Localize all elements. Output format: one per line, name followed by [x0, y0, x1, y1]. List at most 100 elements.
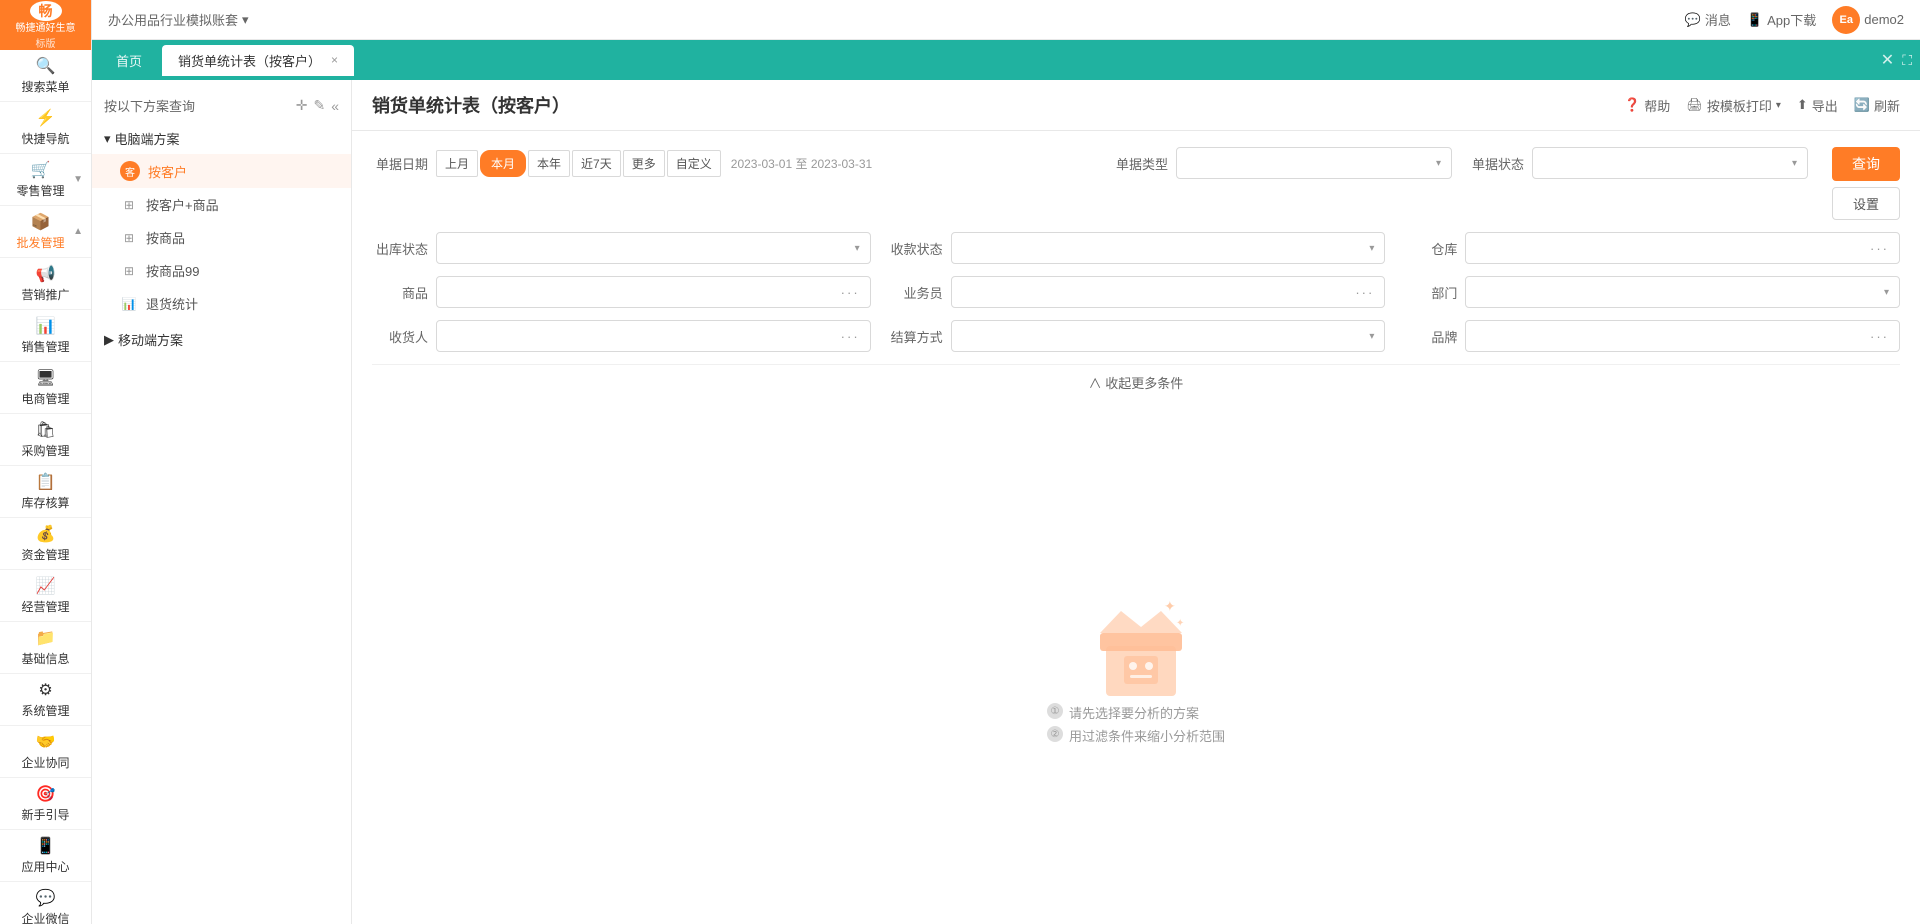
- scheme-item-by-product-99[interactable]: ⊞ 按商品99: [92, 254, 351, 287]
- ship-status-arrow-icon: ▾: [855, 243, 860, 254]
- close-window-icon[interactable]: ✕: [1881, 50, 1894, 70]
- search-menu-icon: 🔍: [36, 56, 56, 76]
- message-btn[interactable]: 💬 消息: [1685, 10, 1731, 29]
- svg-text:✦: ✦: [1176, 618, 1184, 629]
- sidebar-item-marketing[interactable]: 📢 营销推广: [0, 258, 91, 310]
- empty-tips: ① 请先选择要分析的方案 ② 用过滤条件来缩小分析范围: [1047, 703, 1225, 749]
- right-main: 销货单统计表（按客户） ❓ 帮助 🖨 按模板打印 ▾ ⬆: [352, 80, 1920, 924]
- tab-sales-stat[interactable]: 销货单统计表（按客户） ×: [162, 45, 354, 76]
- sidebar-item-operations[interactable]: 📈 经营管理: [0, 570, 91, 622]
- collapse-panel-btn[interactable]: «: [331, 98, 339, 114]
- new-guide-icon: 🎯: [36, 784, 56, 804]
- export-btn[interactable]: ⬆ 导出: [1797, 96, 1838, 115]
- sidebar-item-wholesale[interactable]: 📦 批发管理 ▲: [0, 206, 91, 258]
- date-btn-last-month[interactable]: 上月: [436, 150, 478, 177]
- date-btn-last-7days[interactable]: 近7天: [572, 150, 621, 177]
- sidebar-item-search-menu[interactable]: 🔍 搜索菜单: [0, 50, 91, 102]
- product-select[interactable]: ···: [436, 276, 871, 308]
- payment-status-select[interactable]: ▾: [951, 232, 1386, 264]
- help-btn[interactable]: ❓ 帮助: [1624, 96, 1670, 115]
- sidebar-item-sales[interactable]: 📊 销售管理: [0, 310, 91, 362]
- sidebar-item-ecommerce[interactable]: 🖥 电商管理: [0, 362, 91, 414]
- add-scheme-btn[interactable]: ✛: [296, 97, 308, 114]
- salesperson-select[interactable]: ···: [951, 276, 1386, 308]
- print-icon: 🖨: [1686, 97, 1703, 113]
- scheme-group-desktop-title[interactable]: ▾ 电脑端方案: [92, 123, 351, 154]
- export-icon: ⬆: [1797, 97, 1808, 113]
- page-actions: ❓ 帮助 🖨 按模板打印 ▾ ⬆ 导出 🔄: [1624, 96, 1900, 115]
- date-filter-item: 单据日期 上月 本月 本年 近7天 更多 自定义: [372, 150, 1096, 177]
- sidebar: 畅 畅捷通好生意 标版 🔍 搜索菜单 ⚡ 快捷导航 🛒 零售管理 ▼ 📦 批发管…: [0, 0, 92, 924]
- order-type-select[interactable]: ▾: [1176, 147, 1452, 179]
- scheme-item-return-stat[interactable]: 📊 退货统计: [92, 287, 351, 320]
- date-btn-custom[interactable]: 自定义: [667, 150, 721, 177]
- header-right: 💬 消息 📱 App下载 Ea demo2: [1685, 6, 1904, 34]
- filter-row-4: 收货人 ··· 结算方式 ▾ 品牌: [372, 320, 1900, 352]
- ship-status-select[interactable]: ▾: [436, 232, 871, 264]
- receiver-select[interactable]: ···: [436, 320, 871, 352]
- date-btn-this-month[interactable]: 本月: [480, 150, 526, 177]
- warehouse-select[interactable]: ···: [1465, 232, 1900, 264]
- sidebar-item-system[interactable]: ⚙ 系统管理: [0, 674, 91, 726]
- left-panel-header: 按以下方案查询 ✛ ✎ «: [92, 92, 351, 123]
- print-btn[interactable]: 🖨 按模板打印 ▾: [1686, 96, 1781, 115]
- by-customer-dot: 客: [120, 161, 140, 181]
- brand-select[interactable]: ···: [1465, 320, 1900, 352]
- salesperson-filter: 业务员 ···: [887, 276, 1386, 308]
- date-range-display: 2023-03-01 至 2023-03-31: [731, 155, 872, 172]
- left-panel: 按以下方案查询 ✛ ✎ « ▾ 电脑端方案 客 按客户 ⊞: [92, 80, 352, 924]
- scheme-item-by-customer[interactable]: 客 按客户: [92, 154, 351, 188]
- scheme-group-mobile-title[interactable]: ▶ 移动端方案: [92, 324, 351, 355]
- dept-select[interactable]: ▾: [1465, 276, 1900, 308]
- sidebar-item-inventory[interactable]: 📋 库存核算: [0, 466, 91, 518]
- date-btn-this-year[interactable]: 本年: [528, 150, 570, 177]
- query-btn[interactable]: 查询: [1832, 147, 1900, 181]
- filter-row-3: 商品 ··· 业务员 ··· 部门: [372, 276, 1900, 308]
- selector-chevron-icon: ▾: [242, 12, 249, 28]
- edit-scheme-btn[interactable]: ✎: [313, 97, 325, 114]
- app-download-btn[interactable]: 📱 App下载: [1747, 10, 1816, 29]
- date-filter: 上月 本月 本年 近7天 更多 自定义 2023-03-01 至 2023-03…: [436, 150, 872, 177]
- by-product-99-icon: ⊞: [120, 262, 138, 280]
- return-stat-icon: 📊: [120, 295, 138, 313]
- sidebar-item-new-guide[interactable]: 🎯 新手引导: [0, 778, 91, 830]
- settings-btn[interactable]: 设置: [1832, 187, 1900, 220]
- filter-row-2: 出库状态 ▾ 收款状态 ▾ 仓库: [372, 232, 1900, 264]
- sidebar-item-app-center[interactable]: 📱 应用中心: [0, 830, 91, 882]
- collapse-bar[interactable]: ∧ 收起更多条件: [372, 364, 1900, 400]
- sidebar-item-quick-nav[interactable]: ⚡ 快捷导航: [0, 102, 91, 154]
- scheme-item-by-customer-product[interactable]: ⊞ 按客户+商品: [92, 188, 351, 221]
- account-selector[interactable]: 办公用品行业模拟账套 ▾: [108, 10, 249, 29]
- sidebar-item-retail[interactable]: 🛒 零售管理 ▼: [0, 154, 91, 206]
- fullscreen-icon[interactable]: ⛶: [1902, 52, 1912, 69]
- tab-close-icon[interactable]: ×: [331, 53, 338, 67]
- empty-svg: ✦ ✦: [1086, 591, 1196, 701]
- sidebar-item-purchase[interactable]: 🛍 采购管理: [0, 414, 91, 466]
- sidebar-item-corp-collab[interactable]: 🤝 企业协同: [0, 726, 91, 778]
- warehouse-filter: 仓库 ···: [1401, 232, 1900, 264]
- sidebar-item-corp-wechat[interactable]: 💬 企业微信: [0, 882, 91, 924]
- help-icon: ❓: [1624, 97, 1640, 113]
- tab-home[interactable]: 首页: [100, 45, 158, 76]
- empty-state: ✦ ✦ ① 请先选择要分析的方案 ②: [352, 416, 1920, 924]
- sidebar-item-basic-info[interactable]: 📁 基础信息: [0, 622, 91, 674]
- order-status-select[interactable]: ▾: [1532, 147, 1808, 179]
- logo-subtitle: 标版: [36, 35, 56, 50]
- refresh-icon: 🔄: [1854, 97, 1870, 113]
- order-status-arrow-icon: ▾: [1792, 158, 1797, 169]
- sales-icon: 📊: [36, 316, 56, 336]
- date-btn-more[interactable]: 更多: [623, 150, 665, 177]
- sidebar-item-finance[interactable]: 💰 资金管理: [0, 518, 91, 570]
- query-btn-group: 查询 设置: [1832, 147, 1900, 220]
- scheme-item-by-product[interactable]: ⊞ 按商品: [92, 221, 351, 254]
- by-product-icon: ⊞: [120, 229, 138, 247]
- order-status-filter: 单据状态 ▾: [1468, 147, 1808, 179]
- page-header-top: 销货单统计表（按客户） ❓ 帮助 🖨 按模板打印 ▾ ⬆: [372, 92, 1900, 118]
- user-profile[interactable]: Ea demo2: [1832, 6, 1904, 34]
- message-icon: 💬: [1685, 12, 1701, 28]
- refresh-btn[interactable]: 🔄 刷新: [1854, 96, 1900, 115]
- product-filter: 商品 ···: [372, 276, 871, 308]
- logo-icon: 畅: [30, 1, 62, 21]
- payment-method-select[interactable]: ▾: [951, 320, 1386, 352]
- left-panel-actions: ✛ ✎ «: [296, 97, 339, 114]
